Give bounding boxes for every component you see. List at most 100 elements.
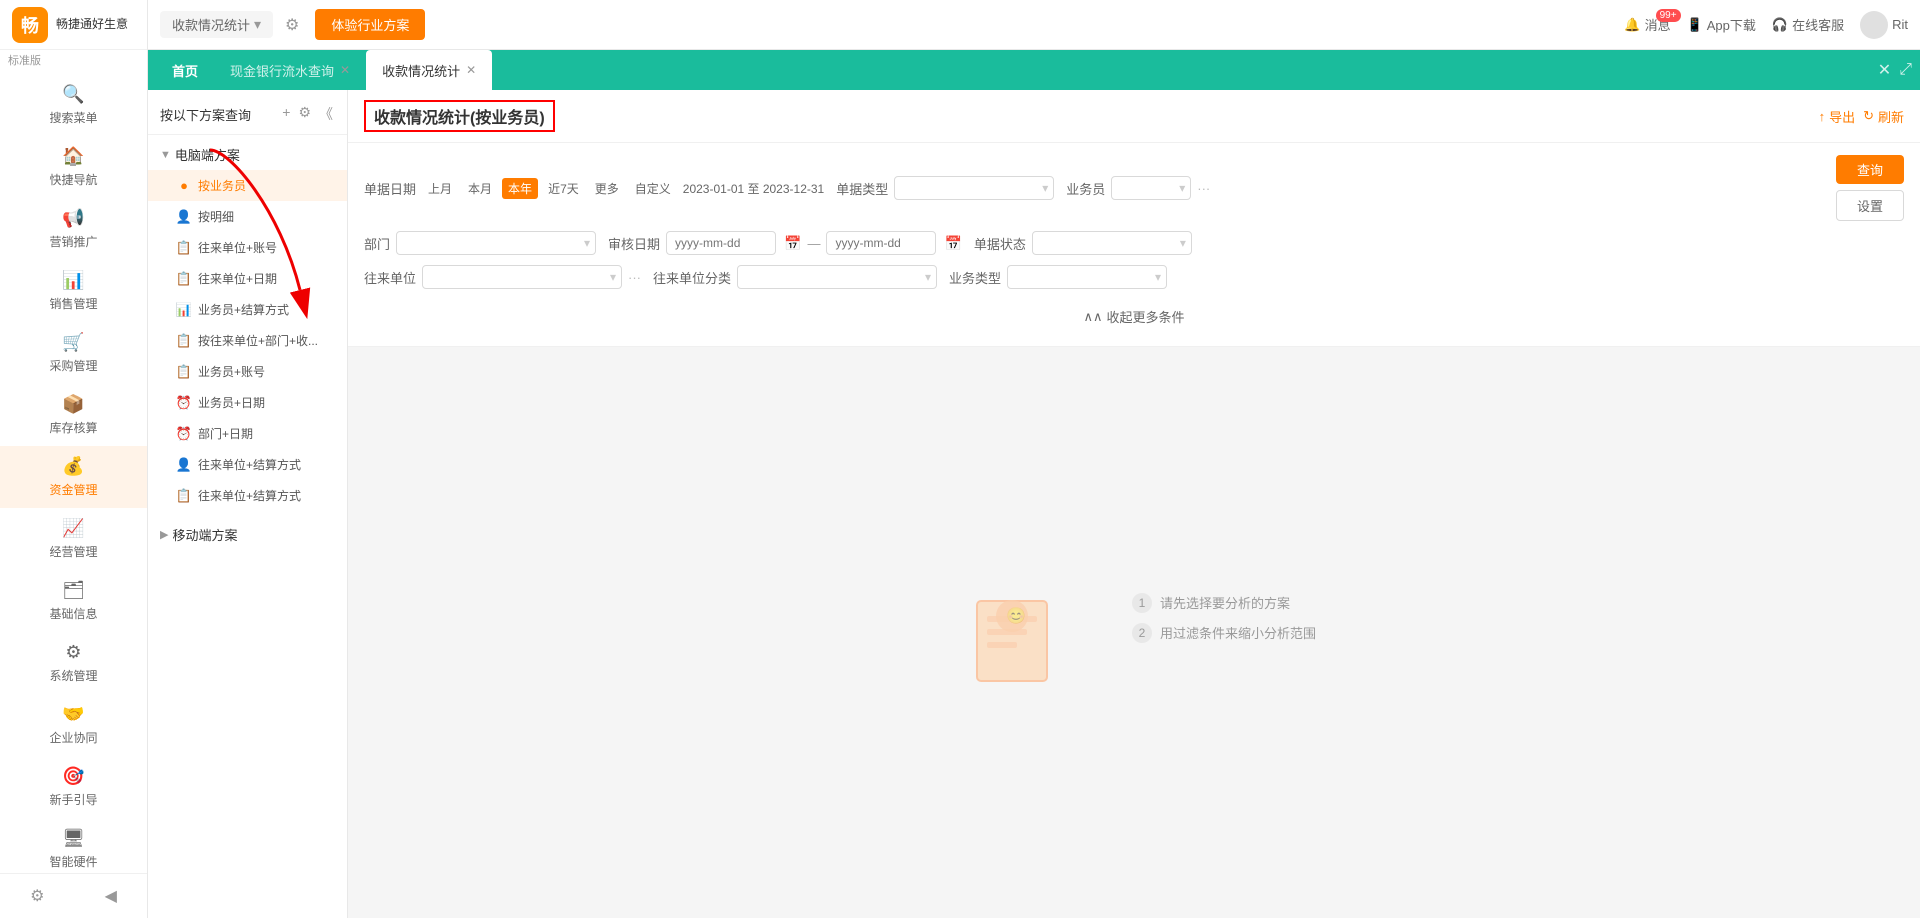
- collapse-more-btn[interactable]: ∧∧ 收起更多条件: [364, 299, 1904, 334]
- filter-date-item: 单据日期 上月 本月 本年 近7天 更多 自定义 2023-01-01 至 20…: [364, 178, 824, 199]
- sidebar-logo-area: 畅 畅捷通好生意: [0, 0, 147, 50]
- date-tab-7days[interactable]: 近7天: [542, 178, 585, 199]
- scheme-item-salesman-settle[interactable]: 📊 业务员+结算方式: [148, 294, 347, 325]
- scheme-item-label: 业务员+账号: [198, 363, 265, 380]
- sidebar-item-search[interactable]: 🔍 搜索菜单: [0, 74, 147, 136]
- sidebar-item-guide[interactable]: 🎯 新手引导: [0, 756, 147, 818]
- query-button[interactable]: 查询: [1836, 155, 1904, 184]
- breadcrumb-dropdown-icon[interactable]: ▾: [254, 16, 261, 33]
- refresh-button[interactable]: ↻ 刷新: [1863, 107, 1904, 126]
- scheme-group-label: 移动端方案: [172, 525, 237, 544]
- filter-row-3: 往来单位 ▾ ··· 往来单位分类 ▾: [364, 265, 1904, 289]
- scheme-item-unit-dept[interactable]: 📋 按往来单位+部门+收...: [148, 325, 347, 356]
- review-date-label: 审核日期: [608, 234, 660, 253]
- right-panel: 收款情况统计(按业务员) ↑ 导出 ↻ 刷新 单据日期: [348, 90, 1920, 918]
- add-scheme-btn[interactable]: +: [280, 102, 292, 126]
- online-service-btn[interactable]: 🎧 在线客服: [1772, 15, 1844, 34]
- phone-icon: 📱: [1687, 17, 1703, 33]
- sidebar-item-system[interactable]: ⚙ 系统管理: [0, 632, 147, 694]
- date-tab-this-month[interactable]: 本月: [462, 178, 498, 199]
- calendar-to-icon[interactable]: 📅: [944, 235, 961, 252]
- scheme-item-salesman-account[interactable]: 📋 业务员+账号: [148, 356, 347, 387]
- filter-area: 单据日期 上月 本月 本年 近7天 更多 自定义 2023-01-01 至 20…: [348, 143, 1920, 347]
- scheme-item-unit-settle1[interactable]: 👤 往来单位+结算方式: [148, 449, 347, 480]
- scheme-icon-unit-account: 📋: [176, 240, 192, 256]
- filter-counterpart-item: 往来单位 ▾ ···: [364, 265, 641, 289]
- review-date-to-input[interactable]: [826, 231, 936, 255]
- scheme-item-label: 按往来单位+部门+收...: [198, 332, 318, 349]
- voucher-type-select[interactable]: [894, 176, 1054, 200]
- tab-receipt[interactable]: 收款情况统计 ✕: [366, 50, 492, 90]
- tab-bank-close-icon[interactable]: ✕: [340, 63, 350, 77]
- tab-home[interactable]: 首页: [156, 50, 214, 90]
- notifications-btn[interactable]: 🔔 消息 99+: [1624, 15, 1670, 34]
- tip-text-1: 请先选择要分析的方案: [1160, 593, 1290, 612]
- date-tab-more[interactable]: 更多: [589, 178, 625, 199]
- refresh-icon: ↻: [1863, 108, 1874, 124]
- scheme-item-by-salesman[interactable]: ● 按业务员: [148, 170, 347, 201]
- sidebar-item-label: 销售管理: [49, 295, 97, 312]
- svg-text:😊: 😊: [1006, 607, 1026, 625]
- tab-bank[interactable]: 现金银行流水查询 ✕: [214, 50, 366, 90]
- scheme-settings-btn[interactable]: ⚙: [296, 102, 313, 126]
- dept-select[interactable]: [396, 231, 596, 255]
- left-panel: 按以下方案查询 + ⚙ 《 ▼ 电脑端方案 ● 按业务员 👤: [148, 90, 348, 918]
- salesman-select[interactable]: [1111, 176, 1191, 200]
- date-tab-custom[interactable]: 自定义: [629, 178, 677, 199]
- tab-maximize-icon[interactable]: ⤢: [1899, 61, 1912, 79]
- date-tab-this-year[interactable]: 本年: [502, 178, 538, 199]
- calendar-from-icon[interactable]: 📅: [784, 235, 801, 252]
- panel-collapse-btn[interactable]: 《: [317, 102, 335, 126]
- date-tab-last-month[interactable]: 上月: [422, 178, 458, 199]
- scheme-group-desktop-header[interactable]: ▼ 电脑端方案: [148, 139, 347, 170]
- group-expand-arrow: ▼: [160, 149, 171, 161]
- sidebar-item-inventory[interactable]: 📦 库存核算: [0, 384, 147, 446]
- tab-close-all-icon[interactable]: ✕: [1878, 60, 1891, 80]
- sidebar-item-purchase[interactable]: 🛒 采购管理: [0, 322, 147, 384]
- app-download-btn[interactable]: 📱 App下载: [1687, 15, 1756, 34]
- tab-receipt-close-icon[interactable]: ✕: [466, 63, 476, 77]
- empty-state: 😊 1 请先选择要分析的方案 2 用过滤条件来缩小分析范围: [348, 347, 1920, 918]
- scheme-item-unit-date[interactable]: 📋 往来单位+日期: [148, 263, 347, 294]
- scheme-item-label: 往来单位+结算方式: [198, 487, 301, 504]
- sidebar-bottom: ⚙ ◀‌‌: [0, 873, 147, 918]
- solution-button[interactable]: 体验行业方案: [315, 9, 425, 40]
- settings-button[interactable]: 设置: [1836, 190, 1904, 221]
- counterpart-category-select[interactable]: [737, 265, 937, 289]
- sidebar-item-marketing[interactable]: 📢 营销推广: [0, 198, 147, 260]
- salesman-more-icon[interactable]: ···: [1197, 181, 1210, 196]
- sidebar-collapse-btn[interactable]: ◀‌‌: [97, 882, 125, 910]
- sidebar-item-quicknav[interactable]: 🏠 快捷导航: [0, 136, 147, 198]
- sidebar-item-basic[interactable]: 🗂 基础信息: [0, 570, 147, 632]
- topbar-right: 🔔 消息 99+ 📱 App下载 🎧 在线客服 Rit: [1624, 11, 1908, 39]
- scheme-item-salesman-date[interactable]: ⏰ 业务员+日期: [148, 387, 347, 418]
- business-type-select[interactable]: [1007, 265, 1167, 289]
- scheme-icon-unit-settle1: 👤: [176, 457, 192, 473]
- sidebar-item-finance[interactable]: 💰 资金管理: [0, 446, 147, 508]
- scheme-item-unit-settle2[interactable]: 📋 往来单位+结算方式: [148, 480, 347, 511]
- counterpart-more-icon[interactable]: ···: [628, 270, 641, 285]
- filter-review-date-item: 审核日期 📅 — 📅: [608, 231, 962, 255]
- sidebar-item-sales[interactable]: 📊 销售管理: [0, 260, 147, 322]
- basic-icon: 🗂: [62, 580, 85, 601]
- counterpart-select-wrap: ▾: [422, 265, 622, 289]
- user-avatar[interactable]: Rit: [1860, 11, 1908, 39]
- counterpart-select[interactable]: [422, 265, 622, 289]
- sidebar-item-hardware[interactable]: 🖥 智能硬件: [0, 818, 147, 873]
- sidebar-item-enterprise[interactable]: 🤝 企业协同: [0, 694, 147, 756]
- scheme-item-dept-date[interactable]: ⏰ 部门+日期: [148, 418, 347, 449]
- voucher-status-select[interactable]: [1032, 231, 1192, 255]
- topbar-gear-icon[interactable]: ⚙: [285, 15, 299, 35]
- scheme-item-by-detail[interactable]: 👤 按明细: [148, 201, 347, 232]
- sidebar-settings-btn[interactable]: ⚙: [22, 882, 52, 910]
- sidebar: 畅 畅捷通好生意 标准版 🔍 搜索菜单 🏠 快捷导航 📢 营销推广 📊 销售管理…: [0, 0, 148, 918]
- scheme-item-label: 按明细: [198, 208, 234, 225]
- review-date-from-input[interactable]: [666, 231, 776, 255]
- scheme-group-mobile-header[interactable]: ▶ 移动端方案: [148, 519, 347, 550]
- content-area: 按以下方案查询 + ⚙ 《 ▼ 电脑端方案 ● 按业务员 👤: [148, 90, 1920, 918]
- filter-voucher-type-item: 单据类型 ▾: [836, 176, 1054, 200]
- export-button[interactable]: ↑ 导出: [1819, 107, 1856, 126]
- empty-illustration: 😊: [952, 571, 1072, 694]
- sidebar-item-operation[interactable]: 📈 经营管理: [0, 508, 147, 570]
- scheme-item-unit-account[interactable]: 📋 往来单位+账号: [148, 232, 347, 263]
